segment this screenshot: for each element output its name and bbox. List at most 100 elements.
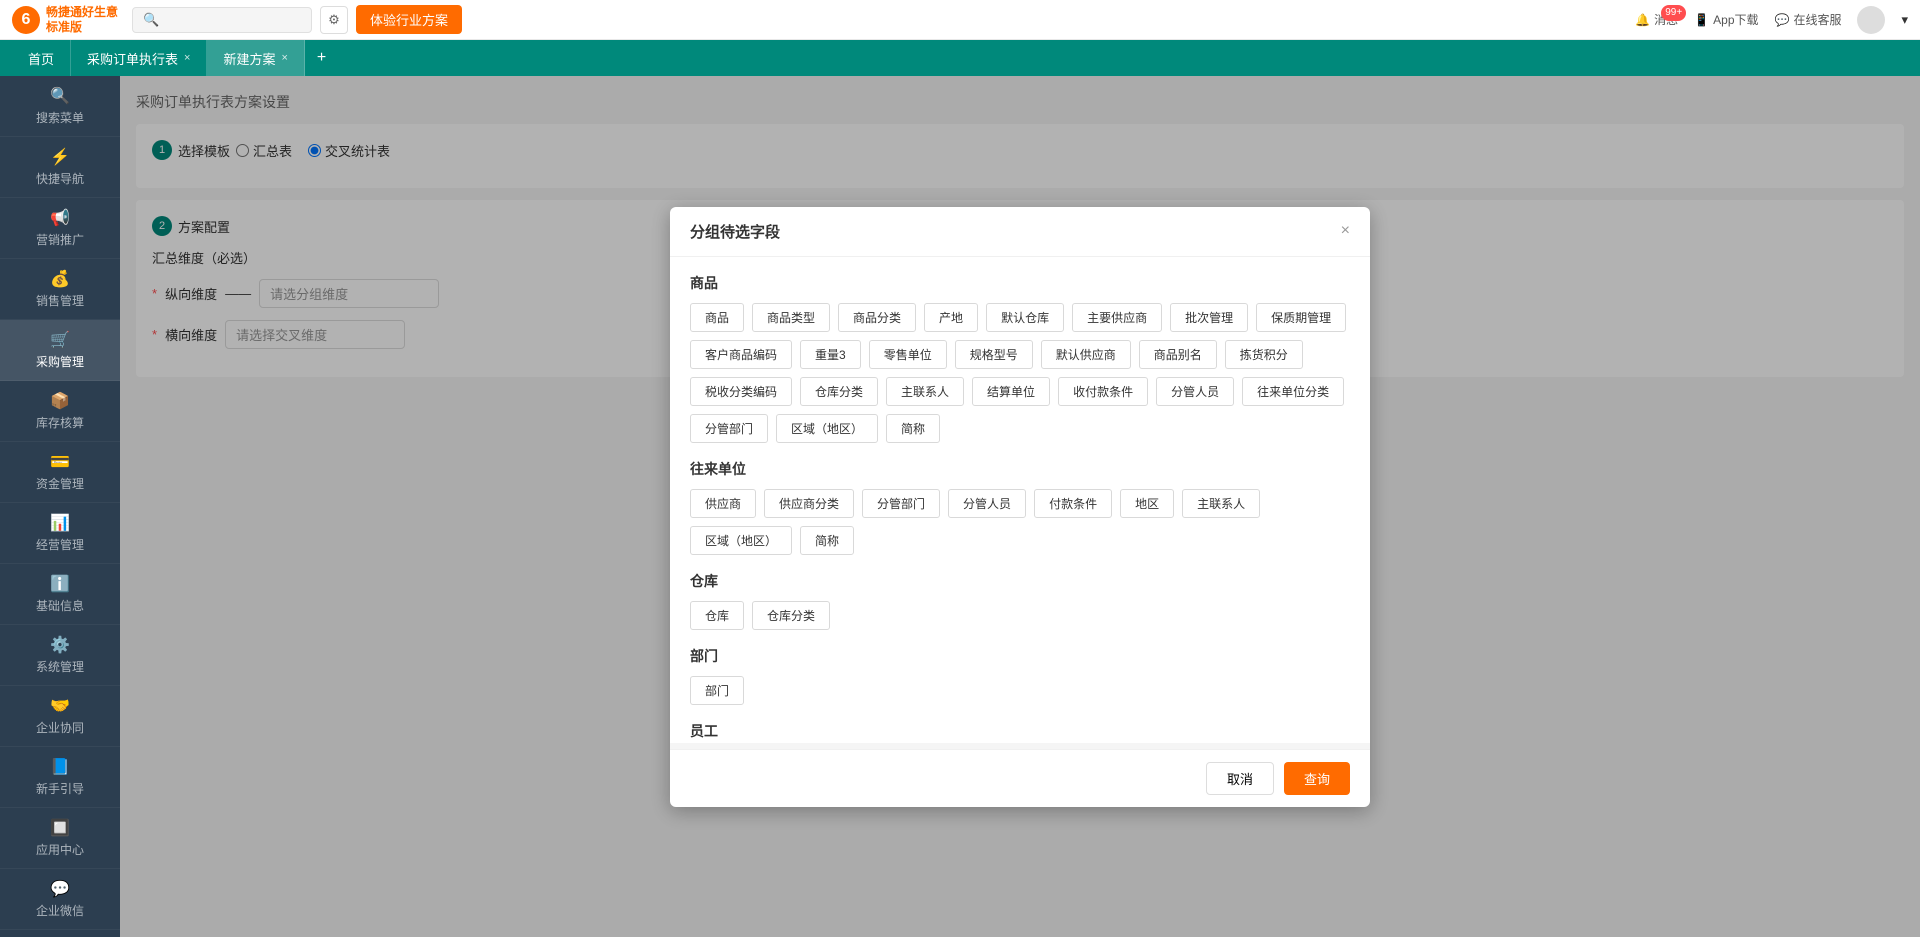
tab-new-plan[interactable]: 新建方案 × bbox=[207, 40, 304, 76]
field-tag[interactable]: 仓库 bbox=[690, 601, 744, 630]
field-tag[interactable]: 分管人员 bbox=[948, 489, 1026, 518]
section-staff-title: 员工 bbox=[690, 721, 1350, 741]
close-tab-new-plan[interactable]: × bbox=[281, 52, 287, 64]
field-tag[interactable]: 收付款条件 bbox=[1058, 377, 1148, 406]
sidebar-item-inventory[interactable]: 📦 库存核算 bbox=[0, 381, 120, 442]
field-tag[interactable]: 往来单位分类 bbox=[1242, 377, 1344, 406]
sidebar-item-purchase[interactable]: 🛒 采购管理 bbox=[0, 320, 120, 381]
top-bar: 6 畅捷通好生意 标准版 🔍 ⚙ 体验行业方案 🔔 消息 99+ 📱 App下载… bbox=[0, 0, 1920, 40]
field-tag[interactable]: 供应商分类 bbox=[764, 489, 854, 518]
cooperation-icon: 🤝 bbox=[50, 696, 70, 716]
sidebar-item-sales[interactable]: 💰 销售管理 bbox=[0, 259, 120, 320]
field-tag[interactable]: 简称 bbox=[800, 526, 854, 555]
logo-icon: 6 bbox=[12, 6, 40, 34]
partner-field-tags: 供应商供应商分类分管部门分管人员付款条件地区主联系人区域（地区） 简称 bbox=[690, 489, 1350, 555]
modal-header: 分组待选字段 × bbox=[670, 207, 1370, 257]
app-icon: 📱 bbox=[1694, 13, 1709, 27]
field-tag[interactable]: 付款条件 bbox=[1034, 489, 1112, 518]
top-bar-center: 🔍 ⚙ 体验行业方案 bbox=[132, 5, 1635, 34]
field-tag[interactable]: 区域（地区） bbox=[776, 414, 878, 443]
sidebar-item-quick-nav[interactable]: ⚡ 快捷导航 bbox=[0, 137, 120, 198]
field-tag[interactable]: 商品类型 bbox=[752, 303, 830, 332]
sidebar-item-operations[interactable]: 📊 经营管理 bbox=[0, 503, 120, 564]
field-tag[interactable]: 客户商品编码 bbox=[690, 340, 792, 369]
field-tag[interactable]: 区域（地区） bbox=[690, 526, 792, 555]
field-tag[interactable]: 简称 bbox=[886, 414, 940, 443]
field-tag[interactable]: 主联系人 bbox=[886, 377, 964, 406]
notification-item[interactable]: 🔔 消息 99+ bbox=[1635, 11, 1678, 28]
field-tag[interactable]: 零售单位 bbox=[869, 340, 947, 369]
sidebar-item-member[interactable]: 🎁 畅会员 bbox=[0, 930, 120, 937]
modal-footer: 取消 查询 bbox=[670, 749, 1370, 807]
search-box[interactable]: 🔍 bbox=[132, 7, 312, 33]
logo-area: 6 畅捷通好生意 标准版 bbox=[12, 5, 132, 34]
section-product-title: 商品 bbox=[690, 273, 1350, 293]
field-tag[interactable]: 默认供应商 bbox=[1041, 340, 1131, 369]
field-tag[interactable]: 主要供应商 bbox=[1072, 303, 1162, 332]
marketing-icon: 📢 bbox=[50, 208, 70, 228]
user-dropdown-icon[interactable]: ▾ bbox=[1901, 12, 1908, 28]
sidebar-item-cooperation[interactable]: 🤝 企业协同 bbox=[0, 686, 120, 747]
tab-purchase-list[interactable]: 采购订单执行表 × bbox=[71, 40, 207, 76]
sidebar-item-guide[interactable]: 📘 新手引导 bbox=[0, 747, 120, 808]
section-product: 商品 商品商品类型商品分类产地默认仓库主要供应商批次管理保质期管理客户商品编码重… bbox=[690, 273, 1350, 443]
section-partner-title: 往来单位 bbox=[690, 459, 1350, 479]
field-tag[interactable]: 税收分类编码 bbox=[690, 377, 792, 406]
top-bar-right: 🔔 消息 99+ 📱 App下载 💬 在线客服 ▾ bbox=[1635, 6, 1908, 34]
field-tag[interactable]: 分管部门 bbox=[690, 414, 768, 443]
search-input[interactable] bbox=[165, 13, 285, 27]
field-tag[interactable]: 规格型号 bbox=[955, 340, 1033, 369]
warehouse-field-tags: 仓库仓库分类 bbox=[690, 601, 1350, 630]
gear-button[interactable]: ⚙ bbox=[320, 6, 348, 34]
sidebar-item-app-center[interactable]: 🔲 应用中心 bbox=[0, 808, 120, 869]
field-tag[interactable]: 部门 bbox=[690, 676, 744, 705]
modal-container: 分组待选字段 × 商品 商品商品类型商品分类产地默认仓库主要供应商批次管理保质期… bbox=[120, 76, 1920, 937]
field-tag[interactable]: 保质期管理 bbox=[1256, 303, 1346, 332]
field-tag[interactable]: 商品别名 bbox=[1139, 340, 1217, 369]
section-staff: 员工 业务员 bbox=[690, 721, 1350, 743]
close-tab-purchase[interactable]: × bbox=[184, 52, 190, 64]
confirm-button[interactable]: 查询 bbox=[1284, 762, 1350, 795]
field-tag[interactable]: 默认仓库 bbox=[986, 303, 1064, 332]
sidebar: 🔍 搜索菜单 ⚡ 快捷导航 📢 营销推广 💰 销售管理 🛒 采购管理 📦 库存核… bbox=[0, 76, 120, 937]
search-menu-icon: 🔍 bbox=[50, 86, 70, 106]
sidebar-item-search[interactable]: 🔍 搜索菜单 bbox=[0, 76, 120, 137]
section-department-title: 部门 bbox=[690, 646, 1350, 666]
field-tag[interactable]: 仓库分类 bbox=[800, 377, 878, 406]
user-avatar[interactable] bbox=[1857, 6, 1885, 34]
sidebar-item-wechat[interactable]: 💬 企业微信 bbox=[0, 869, 120, 930]
modal-close-button[interactable]: × bbox=[1341, 222, 1350, 240]
field-tag[interactable]: 批次管理 bbox=[1170, 303, 1248, 332]
field-tag[interactable]: 产地 bbox=[924, 303, 978, 332]
sidebar-item-marketing[interactable]: 📢 营销推广 bbox=[0, 198, 120, 259]
field-tag[interactable]: 仓库分类 bbox=[752, 601, 830, 630]
section-partner: 往来单位 供应商供应商分类分管部门分管人员付款条件地区主联系人区域（地区） 简称 bbox=[690, 459, 1350, 555]
sidebar-item-system[interactable]: ⚙️ 系统管理 bbox=[0, 625, 120, 686]
field-tag[interactable]: 结算单位 bbox=[972, 377, 1050, 406]
add-tab-button[interactable]: + bbox=[305, 49, 338, 67]
sidebar-item-base-info[interactable]: ℹ️ 基础信息 bbox=[0, 564, 120, 625]
service-icon: 💬 bbox=[1775, 13, 1790, 27]
cancel-button[interactable]: 取消 bbox=[1206, 762, 1274, 795]
field-tag[interactable]: 分管人员 bbox=[1156, 377, 1234, 406]
online-service-item[interactable]: 💬 在线客服 bbox=[1775, 11, 1842, 28]
field-tag[interactable]: 重量3 bbox=[800, 340, 861, 369]
bell-icon: 🔔 bbox=[1635, 13, 1650, 27]
field-tag[interactable]: 商品分类 bbox=[838, 303, 916, 332]
operations-icon: 📊 bbox=[50, 513, 70, 533]
field-tag[interactable]: 主联系人 bbox=[1182, 489, 1260, 518]
sidebar-item-finance[interactable]: 💳 资金管理 bbox=[0, 442, 120, 503]
field-tag[interactable]: 拣货积分 bbox=[1225, 340, 1303, 369]
field-tag[interactable]: 分管部门 bbox=[862, 489, 940, 518]
modal-title: 分组待选字段 bbox=[690, 221, 780, 242]
finance-icon: 💳 bbox=[50, 452, 70, 472]
nav-tabs: 首页 采购订单执行表 × 新建方案 × + bbox=[0, 40, 1920, 76]
field-tag[interactable]: 商品 bbox=[690, 303, 744, 332]
field-tag[interactable]: 供应商 bbox=[690, 489, 756, 518]
tab-home[interactable]: 首页 bbox=[12, 40, 71, 76]
field-tag[interactable]: 地区 bbox=[1120, 489, 1174, 518]
app-download-item[interactable]: 📱 App下载 bbox=[1694, 11, 1758, 28]
gear-icon: ⚙ bbox=[328, 12, 340, 28]
experience-button[interactable]: 体验行业方案 bbox=[356, 5, 462, 34]
section-warehouse-title: 仓库 bbox=[690, 571, 1350, 591]
